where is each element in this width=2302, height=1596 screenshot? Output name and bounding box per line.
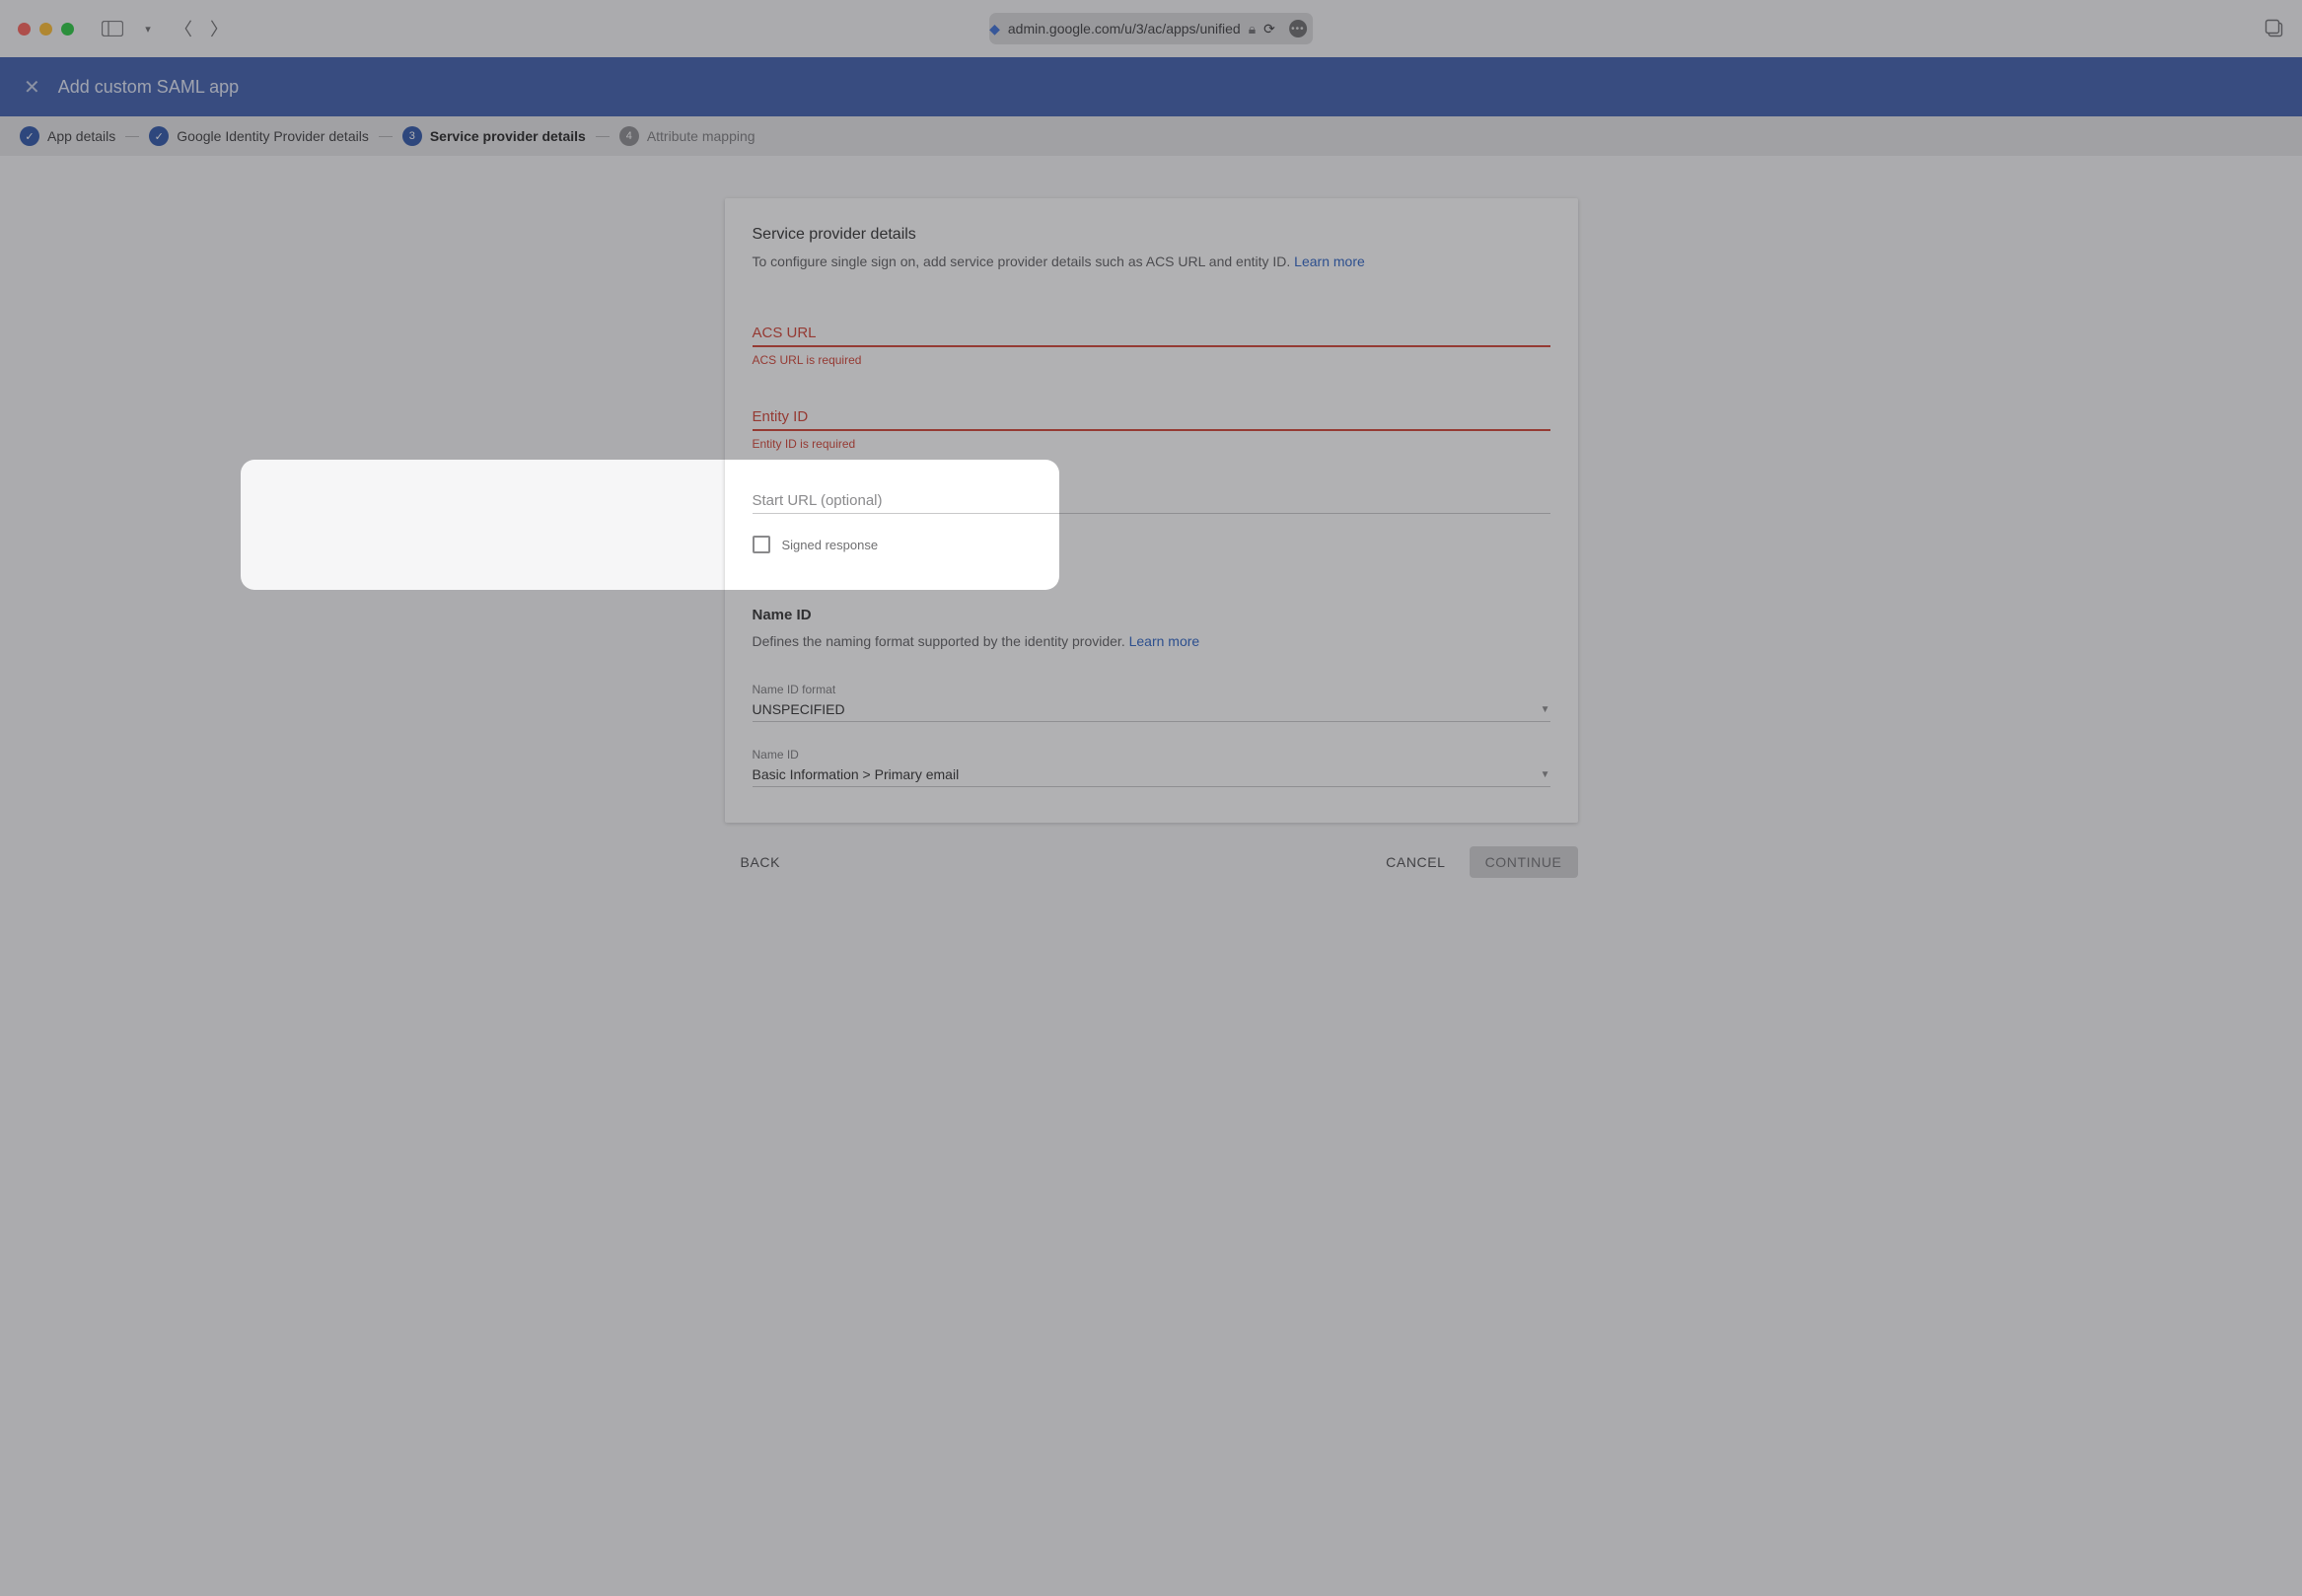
acs-url-label: ACS URL [753, 325, 1550, 341]
forward-button[interactable]: 〉 [208, 18, 230, 39]
zoom-window-button[interactable] [61, 23, 74, 36]
reload-button[interactable]: ⟳ [1263, 21, 1275, 37]
back-button[interactable]: 〈 [173, 18, 194, 39]
entity-id-error: Entity ID is required [753, 437, 1550, 451]
step-sp-details[interactable]: 3 Service provider details [402, 126, 586, 146]
name-id-description: Defines the naming format supported by t… [753, 633, 1550, 649]
address-bar[interactable]: ◆ admin.google.com/u/3/ac/apps/unified 🔒… [989, 13, 1313, 44]
entity-id-field[interactable]: Entity ID Entity ID is required [753, 408, 1550, 451]
close-dialog-button[interactable]: ✕ [24, 75, 40, 100]
learn-more-link[interactable]: Learn more [1129, 633, 1200, 649]
input-underline [753, 429, 1550, 431]
name-id-format-value: UNSPECIFIED [753, 701, 845, 717]
name-id-title: Name ID [753, 607, 1550, 623]
form-card: Service provider details To configure si… [725, 198, 1578, 823]
close-window-button[interactable] [18, 23, 31, 36]
step-separator [125, 136, 139, 137]
name-id-format-caption: Name ID format [753, 683, 1550, 696]
dialog-footer: BACK CANCEL CONTINUE [725, 846, 1578, 878]
step-label: Attribute mapping [647, 128, 755, 144]
signed-response-row: Signed response [753, 536, 1550, 553]
traffic-lights [18, 23, 74, 36]
check-icon: ✓ [20, 126, 39, 146]
entity-id-label: Entity ID [753, 408, 1550, 425]
acs-url-error: ACS URL is required [753, 353, 1550, 367]
cancel-button[interactable]: CANCEL [1370, 846, 1461, 878]
step-idp-details[interactable]: ✓ Google Identity Provider details [149, 126, 369, 146]
name-id-section: Name ID Defines the naming format suppor… [753, 607, 1550, 787]
site-favicon-icon: ◆ [989, 21, 1000, 37]
step-separator [596, 136, 610, 137]
step-separator [379, 136, 393, 137]
step-label: Google Identity Provider details [177, 128, 369, 144]
name-id-value: Basic Information > Primary email [753, 766, 960, 782]
name-id-select[interactable]: Basic Information > Primary email ▼ [753, 766, 1550, 787]
chevron-down-icon: ▼ [1541, 769, 1550, 780]
content-area: Service provider details To configure si… [0, 156, 2302, 878]
name-id-description-text: Defines the naming format supported by t… [753, 633, 1129, 649]
name-id-format-field: Name ID format UNSPECIFIED ▼ [753, 683, 1550, 722]
step-number-badge: 4 [619, 126, 639, 146]
step-attribute-mapping[interactable]: 4 Attribute mapping [619, 126, 755, 146]
sidebar-chevron-icon[interactable]: ▾ [137, 18, 159, 39]
input-underline [753, 345, 1550, 347]
dialog-header: ✕ Add custom SAML app [0, 57, 2302, 116]
start-url-field[interactable]: Start URL (optional) [753, 492, 1550, 514]
back-button[interactable]: BACK [725, 846, 797, 878]
minimize-window-button[interactable] [39, 23, 52, 36]
continue-button[interactable]: CONTINUE [1470, 846, 1578, 878]
page-actions-button[interactable]: ••• [1289, 20, 1307, 37]
name-id-caption: Name ID [753, 748, 1550, 762]
step-label: App details [47, 128, 115, 144]
step-label: Service provider details [430, 128, 586, 144]
address-url: admin.google.com/u/3/ac/apps/unified [1008, 21, 1241, 36]
stepper: ✓ App details ✓ Google Identity Provider… [0, 116, 2302, 156]
input-underline [753, 513, 1550, 514]
card-title: Service provider details [753, 226, 1550, 244]
dialog-title: Add custom SAML app [58, 77, 239, 98]
sidebar-toggle-button[interactable] [102, 18, 123, 39]
start-url-label: Start URL (optional) [753, 492, 1550, 509]
signed-response-checkbox[interactable] [753, 536, 770, 553]
card-description: To configure single sign on, add service… [753, 254, 1550, 269]
step-app-details[interactable]: ✓ App details [20, 126, 115, 146]
lock-icon: 🔒︎ [1249, 21, 1256, 37]
acs-url-field[interactable]: ACS URL ACS URL is required [753, 325, 1550, 367]
browser-window: ▾ 〈 〉 ◆ admin.google.com/u/3/ac/apps/uni… [0, 0, 2302, 1596]
titlebar: ▾ 〈 〉 ◆ admin.google.com/u/3/ac/apps/uni… [0, 0, 2302, 57]
card-description-text: To configure single sign on, add service… [753, 254, 1295, 269]
check-icon: ✓ [149, 126, 169, 146]
chevron-down-icon: ▼ [1541, 704, 1550, 715]
step-number-badge: 3 [402, 126, 422, 146]
tab-overview-button[interactable] [2265, 19, 2284, 38]
learn-more-link[interactable]: Learn more [1294, 254, 1365, 269]
signed-response-label: Signed response [782, 538, 879, 552]
name-id-field: Name ID Basic Information > Primary emai… [753, 748, 1550, 787]
name-id-format-select[interactable]: UNSPECIFIED ▼ [753, 701, 1550, 722]
